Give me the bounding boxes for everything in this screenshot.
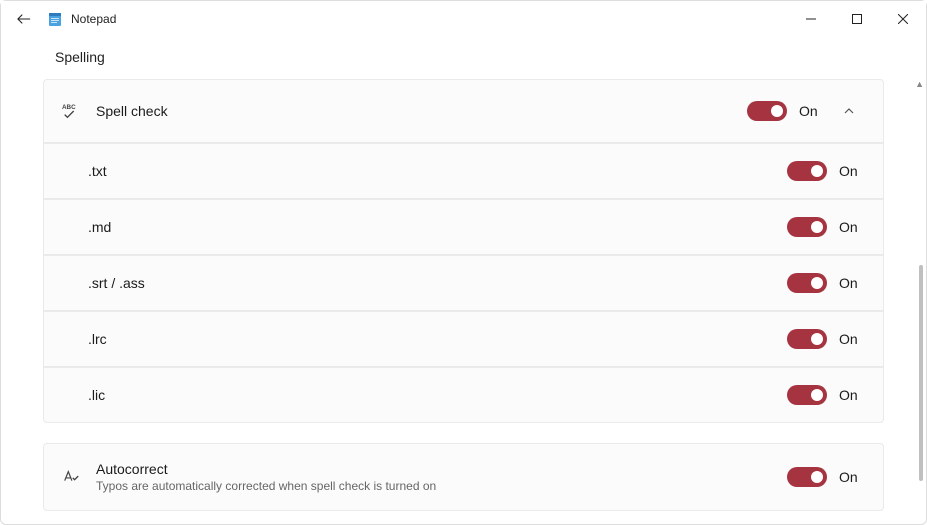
filetype-toggle-md[interactable] [787,217,827,237]
filetype-toggle-label: On [839,163,865,179]
section-heading: Spelling [55,49,884,65]
close-icon [898,14,908,24]
maximize-icon [852,14,862,24]
spellcheck-title: Spell check [96,103,747,119]
window-controls [788,3,926,35]
minimize-icon [806,14,816,24]
autocorrect-icon [60,466,82,488]
filetype-row-lrc: .lrc On [43,311,884,367]
titlebar: Notepad [1,1,926,37]
filetype-toggle-txt[interactable] [787,161,827,181]
filetype-row-md: .md On [43,199,884,255]
spellcheck-toggle-label: On [799,103,825,119]
spellcheck-toggle[interactable] [747,101,787,121]
spellcheck-group: ABC Spell check On [43,79,884,423]
filetype-label: .lrc [88,331,787,347]
notepad-app-icon [47,11,63,27]
arrow-left-icon [17,12,31,26]
filetype-toggle-lic[interactable] [787,385,827,405]
scroll-up-arrow-icon: ▲ [915,79,924,89]
autocorrect-subtitle: Typos are automatically corrected when s… [96,479,787,493]
filetype-toggle-srt[interactable] [787,273,827,293]
app-title: Notepad [71,12,116,26]
filetype-toggle-label: On [839,387,865,403]
filetype-label: .txt [88,163,787,179]
filetype-toggle-lrc[interactable] [787,329,827,349]
filetype-row-lic: .lic On [43,367,884,423]
filetype-label: .lic [88,387,787,403]
spellcheck-expand-button[interactable] [833,105,865,117]
filetype-toggle-label: On [839,219,865,235]
maximize-button[interactable] [834,3,880,35]
scrollbar-thumb[interactable] [919,265,923,481]
filetype-label: .srt / .ass [88,275,787,291]
autocorrect-toggle-label: On [839,469,865,485]
close-button[interactable] [880,3,926,35]
filetype-row-srt: .srt / .ass On [43,255,884,311]
spellcheck-row[interactable]: ABC Spell check On [43,79,884,143]
filetype-label: .md [88,219,787,235]
filetype-toggle-label: On [839,275,865,291]
filetype-toggle-label: On [839,331,865,347]
back-button[interactable] [9,4,39,34]
autocorrect-title: Autocorrect [96,461,787,477]
svg-text:ABC: ABC [62,104,76,111]
spellcheck-icon: ABC [60,100,82,122]
filetype-row-txt: .txt On [43,143,884,199]
autocorrect-toggle[interactable] [787,467,827,487]
autocorrect-row[interactable]: Autocorrect Typos are automatically corr… [43,443,884,511]
chevron-up-icon [843,105,855,117]
minimize-button[interactable] [788,3,834,35]
